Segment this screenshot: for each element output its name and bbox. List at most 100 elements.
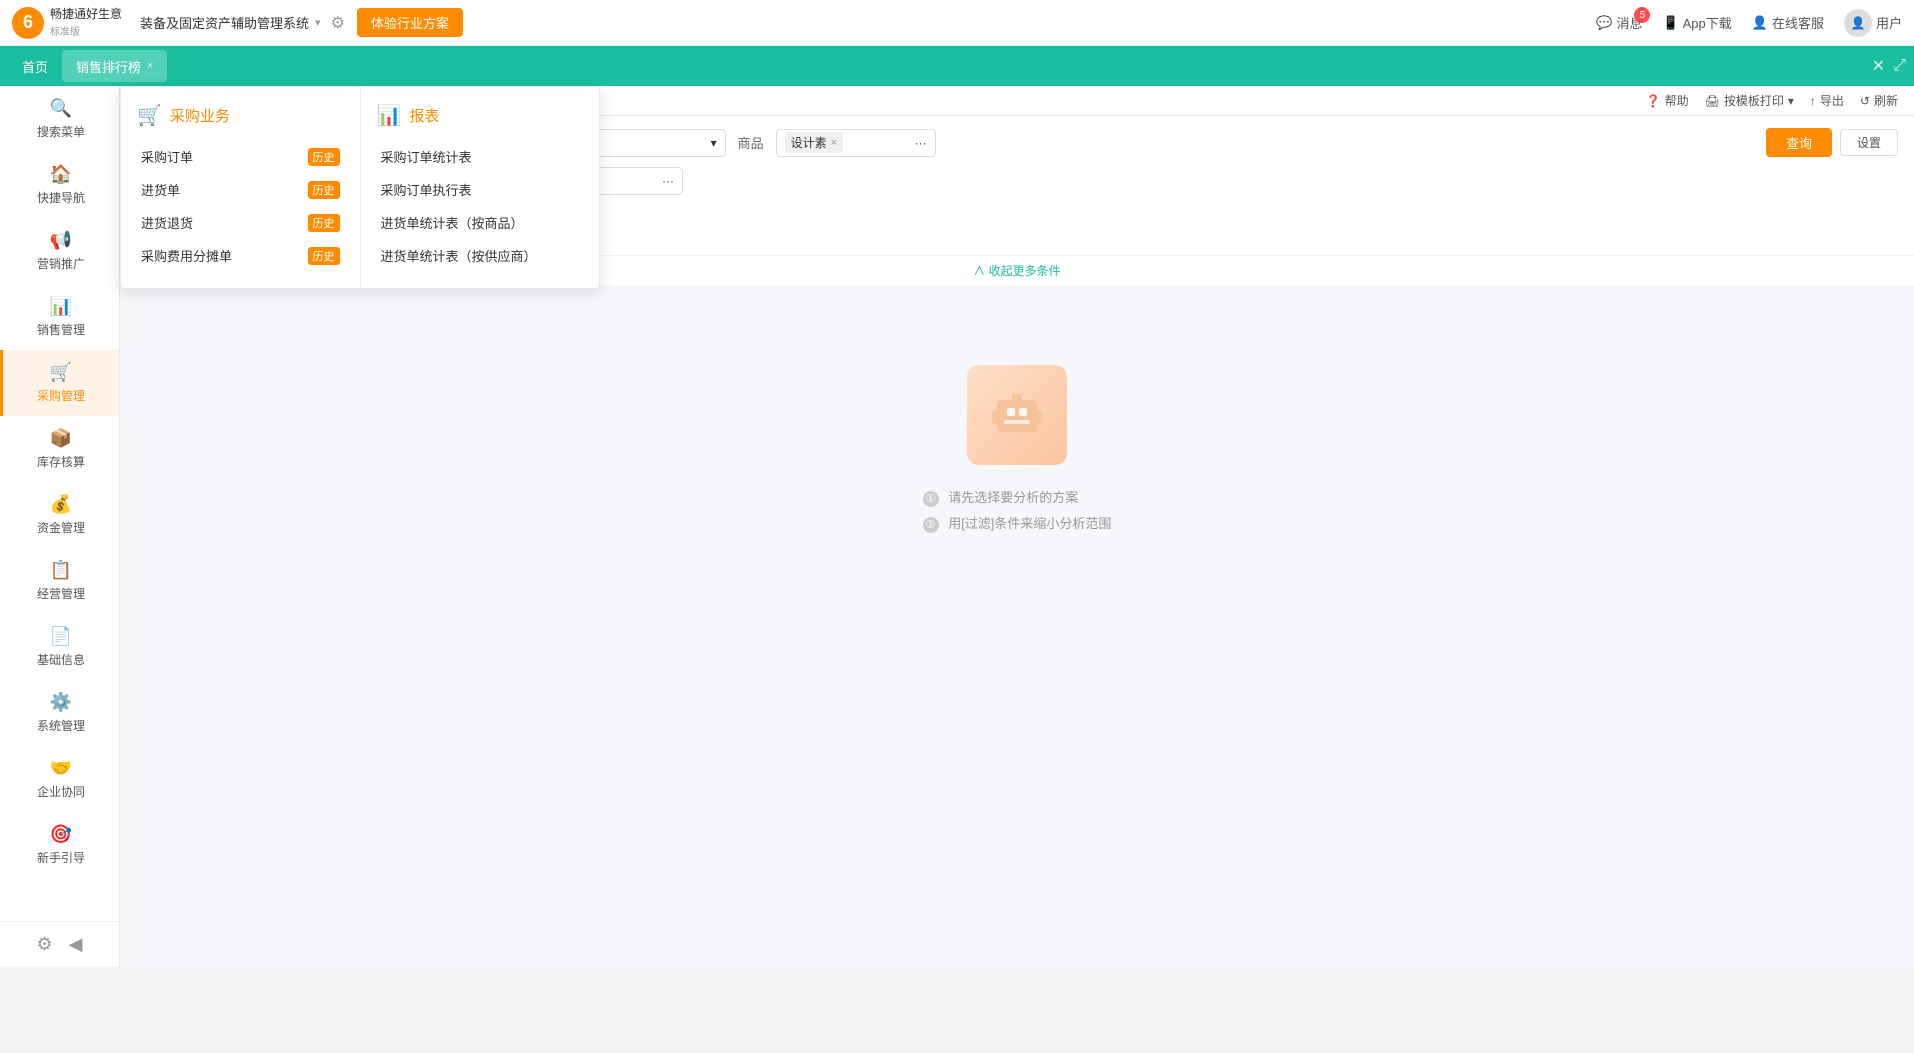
sidebar-item-quicknav[interactable]: 🏠 快捷导航 — [0, 152, 119, 218]
tab-bar-right: ✕ ⤢ — [1872, 56, 1906, 76]
megaphone-icon: 📢 — [50, 230, 72, 251]
menu-item-purchase-order-stat[interactable]: 采购订单统计表 — [377, 140, 584, 173]
staff-more-icon[interactable]: ··· — [662, 174, 674, 188]
print-icon: 🖨 — [1705, 94, 1720, 108]
menu-header-purchase: 🛒 采购业务 — [137, 103, 344, 128]
system-title: 装备及固定资产辅助管理系统 ▾ ⚙ — [140, 13, 345, 33]
menu-item-purchase-order[interactable]: 采购订单 历史 — [137, 140, 344, 173]
history-badge-2: 历史 — [308, 181, 340, 199]
query-button[interactable]: 查询 — [1766, 128, 1832, 157]
empty-tips: ① 请先选择要分析的方案 ② 用[过滤]条件来缩小分析范围 — [923, 485, 1112, 537]
menu-item-purchase-expense[interactable]: 采购费用分摊单 历史 — [137, 239, 344, 272]
logo-icon: 6 — [12, 7, 44, 39]
logo-text: 畅捷通好生意 — [50, 7, 122, 23]
tab-bar: 首页 销售排行榜 × ✕ ⤢ — [0, 46, 1914, 86]
menu-item-purchase-order-exec[interactable]: 采购订单执行表 — [377, 173, 584, 206]
sidebar-item-system[interactable]: ⚙️ 系统管理 — [0, 680, 119, 746]
print-button[interactable]: 🖨 按模板打印 ▾ — [1705, 92, 1794, 109]
export-icon: ↑ — [1810, 94, 1816, 108]
menu-column-report: 📊 报表 采购订单统计表 采购订单执行表 进货单统计表（按商品） 进货单统计表（… — [361, 87, 600, 288]
select-arrow-icon: ▾ — [711, 136, 717, 150]
sidebar-item-guide[interactable]: 🎯 新手引导 — [0, 812, 119, 878]
menu-item-goods-in[interactable]: 进货单 历史 — [137, 173, 344, 206]
home-icon: 🏠 — [50, 164, 72, 185]
top-right: 💬 消息 5 📱 App下载 👤 在线客服 👤 用户 — [1596, 9, 1902, 37]
export-button[interactable]: ↑ 导出 — [1810, 92, 1844, 109]
menu-item-goods-in-stat-product[interactable]: 进货单统计表（按商品） — [377, 206, 584, 239]
empty-illustration — [967, 365, 1067, 465]
money-icon: 💰 — [50, 494, 72, 515]
collapse-icon: ∧ — [973, 264, 985, 278]
filter-actions: 查询 设置 — [1766, 128, 1898, 157]
industry-button[interactable]: 体验行业方案 — [357, 8, 463, 37]
document-icon: 📄 — [50, 626, 72, 647]
goods-tag: 设计素 × — [785, 132, 843, 153]
sidebar-item-inventory[interactable]: 📦 库存核算 — [0, 416, 119, 482]
tab-expand-icon[interactable]: ⤢ — [1893, 57, 1906, 75]
history-badge-3: 历史 — [308, 214, 340, 232]
empty-state: ① 请先选择要分析的方案 ② 用[过滤]条件来缩小分析范围 — [120, 285, 1914, 617]
goods-more-icon[interactable]: ··· — [915, 136, 927, 150]
target-icon: 🎯 — [50, 824, 72, 845]
logo-sub: 标准版 — [50, 23, 122, 38]
menu-item-goods-in-stat-supplier[interactable]: 进货单统计表（按供应商） — [377, 239, 584, 272]
avatar-icon: 👤 — [1851, 16, 1866, 30]
phone-icon: 📱 — [1662, 15, 1678, 31]
refresh-icon: ↺ — [1860, 94, 1870, 108]
menu-column-purchase: 🛒 采购业务 采购订单 历史 进货单 历史 进货退货 历史 采购费用分摊单 历史 — [121, 87, 361, 288]
sidebar-item-purchase[interactable]: 🛒 采购管理 — [0, 350, 119, 416]
empty-tip-1: ① 请先选择要分析的方案 — [923, 485, 1112, 511]
message-icon: 💬 — [1596, 15, 1612, 31]
report-header-icon: 📊 — [377, 103, 402, 128]
avatar: 👤 — [1844, 9, 1872, 37]
message-badge: 5 — [1634, 7, 1650, 23]
set-button[interactable]: 设置 — [1840, 129, 1898, 156]
sidebar-item-sales[interactable]: 📊 销售管理 — [0, 284, 119, 350]
help-icon: ❓ — [1646, 94, 1661, 108]
goods-select[interactable]: 设计素 × ··· — [776, 129, 936, 157]
message-item[interactable]: 💬 消息 5 — [1596, 13, 1642, 32]
sidebar: 🔍 搜索菜单 🏠 快捷导航 📢 营销推广 📊 销售管理 🛒 采购管理 📦 库存核… — [0, 86, 120, 967]
help-button[interactable]: ❓ 帮助 — [1646, 92, 1689, 109]
tab-home[interactable]: 首页 — [8, 50, 62, 82]
menu-item-goods-return[interactable]: 进货退货 历史 — [137, 206, 344, 239]
history-badge-1: 历史 — [308, 148, 340, 166]
top-bar: 6 畅捷通好生意 标准版 装备及固定资产辅助管理系统 ▾ ⚙ 体验行业方案 💬 … — [0, 0, 1914, 46]
cart-icon: 🛒 — [50, 362, 72, 383]
chart-icon: 📊 — [50, 296, 72, 317]
empty-tip-2: ② 用[过滤]条件来缩小分析范围 — [923, 511, 1112, 537]
settings-icon[interactable]: ⚙ — [331, 13, 345, 33]
logo-area: 6 畅捷通好生意 标准版 — [12, 7, 132, 39]
robot-icon — [982, 380, 1052, 450]
gear-icon: ⚙️ — [50, 692, 72, 713]
sidebar-bottom: ⚙ ◀ — [0, 921, 119, 967]
dropdown-menu: 🛒 采购业务 采购订单 历史 进货单 历史 进货退货 历史 采购费用分摊单 历史… — [120, 86, 600, 289]
goods-label: 商品 — [738, 133, 764, 152]
settings-bottom-icon[interactable]: ⚙ — [37, 934, 53, 955]
sidebar-item-marketing[interactable]: 📢 营销推广 — [0, 218, 119, 284]
tab-sales-ranking[interactable]: 销售排行榜 × — [62, 50, 167, 82]
print-arrow-icon: ▾ — [1788, 94, 1794, 108]
purchase-header-icon: 🛒 — [137, 103, 162, 128]
service-icon: 👤 — [1752, 15, 1768, 31]
tab-close-all-icon[interactable]: ✕ — [1872, 56, 1885, 76]
dropdown-arrow-icon[interactable]: ▾ — [315, 16, 321, 29]
clipboard-icon: 📋 — [50, 560, 72, 581]
history-badge-4: 历史 — [308, 247, 340, 265]
user-item[interactable]: 👤 用户 — [1844, 9, 1902, 37]
online-service-item[interactable]: 👤 在线客服 — [1752, 13, 1824, 32]
tab-close-icon[interactable]: × — [147, 60, 153, 72]
collapse-sidebar-icon[interactable]: ◀ — [69, 934, 83, 955]
handshake-icon: 🤝 — [50, 758, 72, 779]
goods-tag-close-icon[interactable]: × — [831, 137, 837, 149]
search-icon: 🔍 — [50, 98, 72, 119]
sidebar-item-finance[interactable]: 💰 资金管理 — [0, 482, 119, 548]
sidebar-item-search[interactable]: 🔍 搜索菜单 — [0, 86, 119, 152]
sidebar-item-cooperation[interactable]: 🤝 企业协同 — [0, 746, 119, 812]
box-icon: 📦 — [50, 428, 72, 449]
menu-header-report: 📊 报表 — [377, 103, 584, 128]
app-download-item[interactable]: 📱 App下载 — [1662, 13, 1731, 32]
sidebar-item-operations[interactable]: 📋 经营管理 — [0, 548, 119, 614]
refresh-button[interactable]: ↺ 刷新 — [1860, 92, 1898, 109]
sidebar-item-basicinfo[interactable]: 📄 基础信息 — [0, 614, 119, 680]
